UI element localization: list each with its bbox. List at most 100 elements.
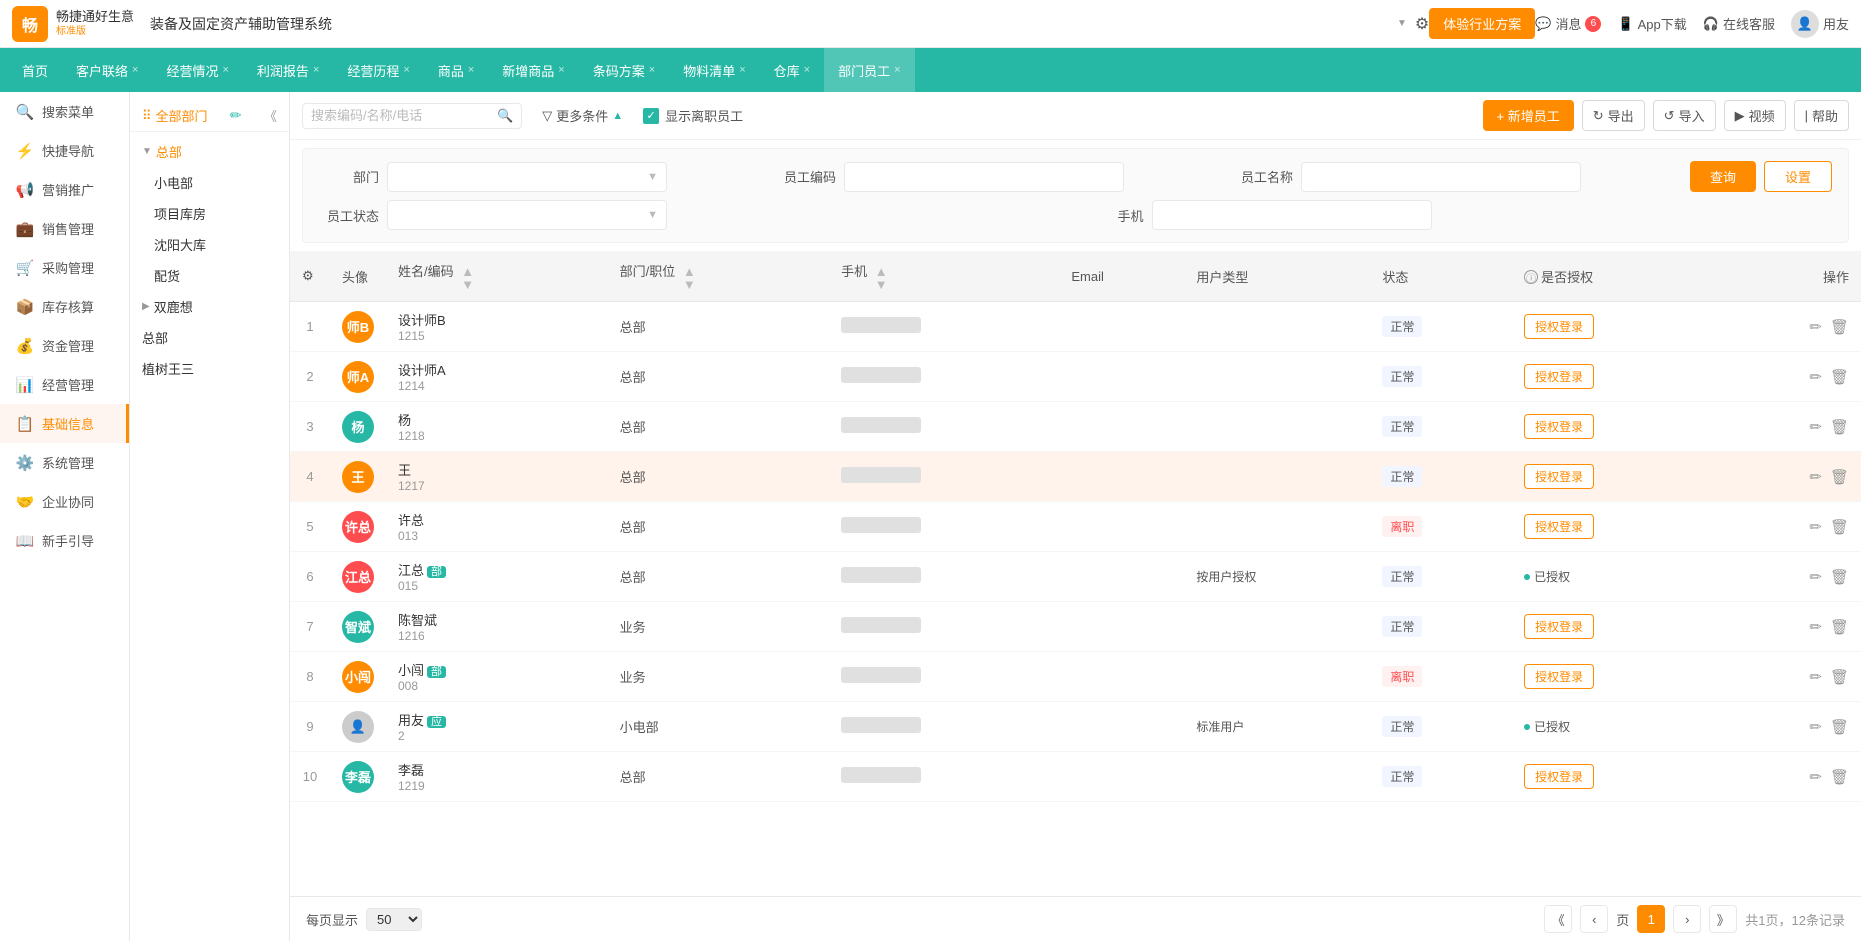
message-button[interactable]: 💬 消息 6 xyxy=(1535,14,1601,33)
tab-close-profit[interactable]: × xyxy=(313,64,319,76)
tab-close-employees[interactable]: × xyxy=(894,64,900,76)
tab-profit[interactable]: 利润报告 × xyxy=(243,48,333,92)
sidebar-item-purchase[interactable]: 🛒 采购管理 xyxy=(0,248,129,287)
edit-button[interactable]: ✏ xyxy=(1809,768,1822,786)
tab-home[interactable]: 首页 xyxy=(8,48,62,92)
delete-button[interactable]: 🗑 xyxy=(1830,618,1849,636)
sidebar-item-collab[interactable]: 🤝 企业协同 xyxy=(0,482,129,521)
dept-node-distribution[interactable]: 配货 xyxy=(130,260,289,291)
auth-login-button[interactable]: 授权登录 xyxy=(1524,364,1594,389)
auth-login-button[interactable]: 授权登录 xyxy=(1524,614,1594,639)
col-dept-pos[interactable]: 部门/职位 ▲▼ xyxy=(608,251,830,302)
view-button[interactable]: ▶ 视频 xyxy=(1724,100,1786,131)
dept-edit-icon[interactable]: ✏ xyxy=(230,107,242,124)
edit-button[interactable]: ✏ xyxy=(1809,718,1822,736)
edit-button[interactable]: ✏ xyxy=(1809,468,1822,486)
edit-button[interactable]: ✏ xyxy=(1809,368,1822,386)
online-service-button[interactable]: 🎧 在线客服 xyxy=(1703,14,1775,33)
employee-code-input[interactable] xyxy=(844,162,1124,192)
auth-login-button[interactable]: 授权登录 xyxy=(1524,664,1594,689)
sidebar-item-finance[interactable]: 💰 资金管理 xyxy=(0,326,129,365)
tab-barcode[interactable]: 条码方案 × xyxy=(579,48,669,92)
tab-close-warehouse[interactable]: × xyxy=(804,64,810,76)
tab-close-bom[interactable]: × xyxy=(739,64,745,76)
tab-add-goods[interactable]: 新增商品 × xyxy=(488,48,578,92)
edit-button[interactable]: ✏ xyxy=(1809,318,1822,336)
sidebar-item-sales[interactable]: 💼 销售管理 xyxy=(0,209,129,248)
col-phone[interactable]: 手机 ▲▼ xyxy=(829,251,1059,302)
more-filter-button[interactable]: ▽ 更多条件 ▲ xyxy=(534,102,631,129)
dept-node-plant[interactable]: 植树王三 xyxy=(130,353,289,384)
edit-button[interactable]: ✏ xyxy=(1809,518,1822,536)
auth-login-button[interactable]: 授权登录 xyxy=(1524,314,1594,339)
dept-node-shenyang[interactable]: 沈阳大库 xyxy=(130,229,289,260)
next-button[interactable]: › xyxy=(1673,905,1701,933)
prev-prev-button[interactable]: 《 xyxy=(1544,905,1572,933)
per-page-select[interactable]: 50 20 100 xyxy=(366,908,422,931)
tab-operation[interactable]: 经营情况 × xyxy=(152,48,242,92)
delete-button[interactable]: 🗑 xyxy=(1830,768,1849,786)
tab-close-history[interactable]: × xyxy=(403,64,409,76)
auth-login-button[interactable]: 授权登录 xyxy=(1524,414,1594,439)
employee-name-input[interactable] xyxy=(1301,162,1581,192)
auth-login-button[interactable]: 授权登录 xyxy=(1524,514,1594,539)
add-employee-button[interactable]: + 新增员工 xyxy=(1483,100,1574,131)
phone-input[interactable] xyxy=(1152,200,1432,230)
tab-close-barcode[interactable]: × xyxy=(649,64,655,76)
set-button[interactable]: 设置 xyxy=(1764,161,1832,192)
delete-button[interactable]: 🗑 xyxy=(1830,418,1849,436)
tab-goods[interactable]: 商品 × xyxy=(424,48,488,92)
help-button[interactable]: | 帮助 xyxy=(1794,100,1849,131)
tab-warehouse[interactable]: 仓库 × xyxy=(760,48,824,92)
sidebar-item-system[interactable]: ⚙️ 系统管理 xyxy=(0,443,129,482)
dept-select[interactable]: ▼ xyxy=(387,162,667,192)
prev-button[interactable]: ‹ xyxy=(1580,905,1608,933)
status-select[interactable]: ▼ xyxy=(387,200,667,230)
dept-node-xiaodianbv[interactable]: 小电部 xyxy=(130,167,289,198)
search-input[interactable] xyxy=(311,108,491,123)
delete-button[interactable]: 🗑 xyxy=(1830,718,1849,736)
import-button[interactable]: ↺ 导入 xyxy=(1653,100,1716,131)
tab-close-goods[interactable]: × xyxy=(468,64,474,76)
app-download-button[interactable]: 📱 App下载 xyxy=(1617,14,1686,33)
user-avatar[interactable]: 👤 用友 xyxy=(1791,10,1849,38)
info-icon[interactable]: ⓘ xyxy=(1524,270,1538,284)
dept-node-zongbu-2[interactable]: 总部 xyxy=(130,322,289,353)
dept-node-zongbu-1[interactable]: ▼总部 xyxy=(130,136,289,167)
edit-button[interactable]: ✏ xyxy=(1809,568,1822,586)
tab-history[interactable]: 经营历程 × xyxy=(333,48,423,92)
delete-button[interactable]: 🗑 xyxy=(1830,568,1849,586)
gear-icon[interactable]: ⚙ xyxy=(1415,14,1429,34)
tab-close-customer[interactable]: × xyxy=(132,64,138,76)
show-resigned-checkbox[interactable]: ✓ xyxy=(643,108,659,124)
edit-button[interactable]: ✏ xyxy=(1809,618,1822,636)
sidebar-item-operations[interactable]: 📊 经营管理 xyxy=(0,365,129,404)
tab-employees[interactable]: 部门员工 × xyxy=(824,48,914,92)
trial-button[interactable]: 体验行业方案 xyxy=(1429,8,1535,39)
tab-close-operation[interactable]: × xyxy=(222,64,228,76)
page-1-button[interactable]: 1 xyxy=(1637,905,1665,933)
sidebar-item-inventory[interactable]: 📦 库存核算 xyxy=(0,287,129,326)
sidebar-item-shortcut[interactable]: ⚡ 快捷导航 xyxy=(0,131,129,170)
show-resigned-toggle[interactable]: ✓ 显示离职员工 xyxy=(643,106,743,125)
export-button[interactable]: ↻ 导出 xyxy=(1582,100,1645,131)
tab-close-add-goods[interactable]: × xyxy=(558,64,564,76)
sidebar-item-search[interactable]: 🔍 搜索菜单 xyxy=(0,92,129,131)
delete-button[interactable]: 🗑 xyxy=(1830,518,1849,536)
system-title-dropdown[interactable]: ▼ xyxy=(1397,18,1407,29)
edit-button[interactable]: ✏ xyxy=(1809,418,1822,436)
delete-button[interactable]: 🗑 xyxy=(1830,668,1849,686)
col-setting[interactable]: ⚙ xyxy=(290,251,330,302)
dept-node-shuanglu[interactable]: ▶双鹿想 xyxy=(130,291,289,322)
delete-button[interactable]: 🗑 xyxy=(1830,468,1849,486)
dept-collapse-icon[interactable]: 《 xyxy=(264,106,277,125)
sidebar-item-basic[interactable]: 📋 基础信息 xyxy=(0,404,129,443)
delete-button[interactable]: 🗑 xyxy=(1830,368,1849,386)
sidebar-item-guide[interactable]: 📖 新手引导 xyxy=(0,521,129,560)
search-button[interactable]: 查询 xyxy=(1690,161,1756,192)
edit-button[interactable]: ✏ xyxy=(1809,668,1822,686)
tab-customer[interactable]: 客户联络 × xyxy=(62,48,152,92)
next-next-button[interactable]: 》 xyxy=(1709,905,1737,933)
auth-login-button[interactable]: 授权登录 xyxy=(1524,764,1594,789)
tab-bom[interactable]: 物料清单 × xyxy=(669,48,759,92)
